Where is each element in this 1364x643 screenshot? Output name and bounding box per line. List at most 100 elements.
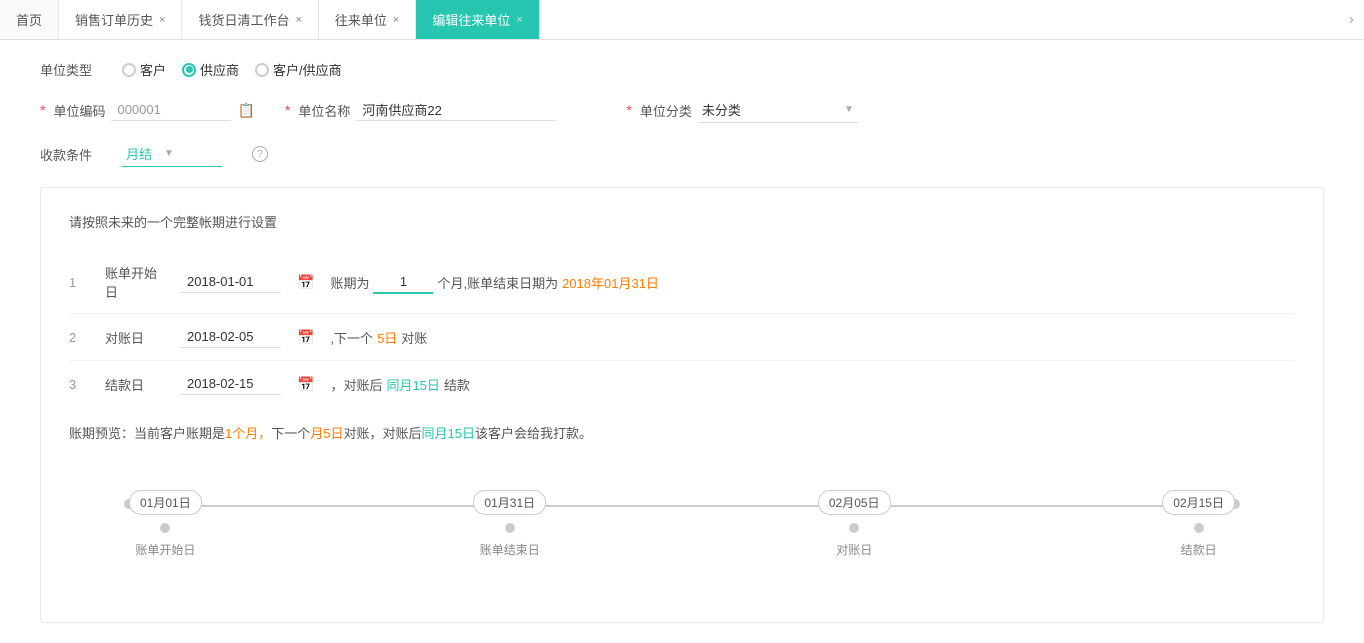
timeline-label-3: 结款日 bbox=[1181, 541, 1217, 558]
radio-customer-label: 客户 bbox=[140, 60, 166, 79]
row-1-date-input[interactable]: 2018-01-01 bbox=[181, 271, 281, 293]
unit-type-row: 单位类型 客户 供应商 客户/供应商 bbox=[40, 60, 1324, 79]
main-fields-row: * 单位编码 000001 📋 * 单位名称 河南供应商22 * 单位分类 未分… bbox=[40, 97, 1324, 123]
row-2-highlight: 5日 bbox=[377, 328, 397, 347]
period-input[interactable]: 1 bbox=[373, 271, 433, 294]
settings-card: 请按照未来的一个完整帐期进行设置 1 账单开始日 2018-01-01 📅 账期… bbox=[40, 187, 1324, 623]
preview-reconcile-suffix: 对账，对账后 bbox=[344, 426, 422, 441]
row-3-label: 结款日 bbox=[105, 375, 165, 394]
tab-cash-ledger[interactable]: 钱货日清工作台 × bbox=[182, 0, 318, 39]
tab-partners[interactable]: 往来单位 × bbox=[319, 0, 416, 39]
row-3-calendar-icon[interactable]: 📅 bbox=[297, 376, 314, 393]
unit-name-group: * 单位名称 河南供应商22 bbox=[285, 99, 556, 121]
timeline-point-2: 02月05日 对账日 bbox=[818, 490, 891, 558]
timeline-dots: 01月01日 账单开始日 01月31日 账单结束日 02月05日 对账日 bbox=[129, 490, 1235, 558]
timeline-date-3: 02月15日 bbox=[1162, 490, 1235, 515]
row-2-num: 2 bbox=[69, 330, 89, 345]
row-1-label: 账单开始日 bbox=[105, 263, 165, 301]
row-3-date-input[interactable]: 2018-02-15 bbox=[181, 373, 281, 395]
timeline-dot-0 bbox=[160, 523, 170, 533]
tab-partners-close[interactable]: × bbox=[393, 14, 399, 26]
radio-supplier[interactable]: 供应商 bbox=[182, 60, 239, 79]
timeline-date-0: 01月01日 bbox=[129, 490, 202, 515]
timeline-date-1: 01月31日 bbox=[473, 490, 546, 515]
tab-edit-partner-label: 编辑往来单位 bbox=[432, 10, 510, 29]
payment-terms-label: 收款条件 bbox=[40, 145, 92, 164]
payment-terms-select[interactable]: 月结 ▼ bbox=[122, 141, 222, 167]
unit-code-label: 单位编码 bbox=[53, 101, 105, 120]
unit-name-input[interactable]: 河南供应商22 bbox=[356, 99, 556, 121]
row-3-num: 3 bbox=[69, 377, 89, 392]
tab-sales-history-label: 销售订单历史 bbox=[75, 10, 153, 29]
timeline-point-3: 02月15日 结款日 bbox=[1162, 490, 1235, 558]
timeline-point-0: 01月01日 账单开始日 bbox=[129, 490, 202, 558]
row-1-num: 1 bbox=[69, 275, 89, 290]
unit-code-icon[interactable]: 📋 bbox=[237, 102, 254, 119]
unit-code-group: * 单位编码 000001 📋 bbox=[40, 99, 255, 121]
row-1-calendar-icon[interactable]: 📅 bbox=[297, 274, 314, 291]
row-3-suffix-after: 结款 bbox=[444, 375, 470, 394]
tab-sales-history[interactable]: 销售订单历史 × bbox=[59, 0, 182, 39]
preview-payment-highlight: 同月15日 bbox=[422, 426, 475, 441]
tab-sales-history-close[interactable]: × bbox=[159, 14, 165, 26]
timeline-label-2: 对账日 bbox=[836, 541, 872, 558]
tab-cash-ledger-label: 钱货日清工作台 bbox=[198, 10, 289, 29]
help-icon[interactable]: ? bbox=[252, 146, 268, 162]
row-2-suffix: ,下一个 5日 对账 bbox=[330, 328, 427, 347]
unit-type-radio-group: 客户 供应商 客户/供应商 bbox=[122, 60, 342, 79]
unit-category-group: * 单位分类 未分类 ▼ bbox=[626, 97, 857, 123]
timeline-date-2: 02月05日 bbox=[818, 490, 891, 515]
tab-home[interactable]: 首页 bbox=[0, 0, 59, 39]
row-1-highlight: 2018年01月31日 bbox=[562, 273, 659, 292]
preview-period: 1个月， bbox=[225, 426, 271, 441]
tab-overflow-arrow[interactable]: › bbox=[1339, 11, 1364, 29]
setting-row-3: 3 结款日 2018-02-15 📅 ，对账后 同月15日 结款 bbox=[69, 361, 1295, 407]
preview-text: 账期预览：当前客户账期是1个月，下一个月5日对账，对账后同月15日该客户会给我打… bbox=[69, 423, 1295, 442]
preview-section: 账期预览：当前客户账期是1个月，下一个月5日对账，对账后同月15日该客户会给我打… bbox=[69, 407, 1295, 598]
tab-partners-label: 往来单位 bbox=[335, 10, 387, 29]
radio-supplier-label: 供应商 bbox=[200, 60, 239, 79]
unit-category-select[interactable]: 未分类 ▼ bbox=[698, 97, 858, 123]
preview-label: 账期预览：当前客户账期是 bbox=[69, 426, 225, 441]
tab-edit-partner-close[interactable]: × bbox=[516, 14, 522, 26]
radio-both[interactable]: 客户/供应商 bbox=[255, 60, 342, 79]
unit-code-input[interactable]: 000001 bbox=[111, 99, 231, 121]
radio-supplier-circle bbox=[182, 63, 196, 77]
unit-category-required: * bbox=[626, 102, 631, 118]
row-2-label: 对账日 bbox=[105, 328, 165, 347]
page-content: 单位类型 客户 供应商 客户/供应商 * 单位编码 000001 📋 * bbox=[0, 40, 1364, 643]
setting-row-2: 2 对账日 2018-02-05 📅 ,下一个 5日 对账 bbox=[69, 314, 1295, 361]
unit-code-required: * bbox=[40, 102, 45, 118]
tab-bar: 首页 销售订单历史 × 钱货日清工作台 × 往来单位 × 编辑往来单位 × › bbox=[0, 0, 1364, 40]
row-1-suffix-before: 账期为 bbox=[330, 273, 369, 292]
timeline-label-1: 账单结束日 bbox=[480, 541, 540, 558]
row-1-suffix-after: 个月,账单结束日期为 bbox=[437, 273, 558, 292]
unit-category-arrow-icon: ▼ bbox=[844, 104, 854, 115]
unit-name-required: * bbox=[285, 102, 290, 118]
timeline-point-1: 01月31日 账单结束日 bbox=[473, 490, 546, 558]
timeline-dot-1 bbox=[505, 523, 515, 533]
radio-customer-circle bbox=[122, 63, 136, 77]
timeline: 01月01日 账单开始日 01月31日 账单结束日 02月05日 对账日 bbox=[69, 470, 1295, 598]
radio-both-label: 客户/供应商 bbox=[273, 60, 342, 79]
setting-row-1: 1 账单开始日 2018-01-01 📅 账期为 1 个月,账单结束日期为 20… bbox=[69, 251, 1295, 314]
row-2-suffix-after: 对账 bbox=[401, 328, 427, 347]
tab-home-label: 首页 bbox=[16, 10, 42, 29]
timeline-dot-2 bbox=[849, 523, 859, 533]
card-description: 请按照未来的一个完整帐期进行设置 bbox=[69, 212, 1295, 231]
unit-category-value: 未分类 bbox=[702, 100, 741, 119]
tab-cash-ledger-close[interactable]: × bbox=[295, 14, 301, 26]
row-2-suffix-before: ,下一个 bbox=[330, 328, 373, 347]
payment-terms-value: 月结 bbox=[126, 144, 152, 163]
row-2-date-input[interactable]: 2018-02-05 bbox=[181, 326, 281, 348]
tab-edit-partner[interactable]: 编辑往来单位 × bbox=[416, 0, 539, 39]
timeline-dot-3 bbox=[1194, 523, 1204, 533]
row-2-calendar-icon[interactable]: 📅 bbox=[297, 329, 314, 346]
payment-terms-row: 收款条件 月结 ▼ ? bbox=[40, 141, 1324, 167]
row-3-suffix: ，对账后 同月15日 结款 bbox=[330, 375, 470, 394]
timeline-label-0: 账单开始日 bbox=[135, 541, 195, 558]
unit-category-label: 单位分类 bbox=[640, 101, 692, 120]
preview-reconcile-prefix: 下一个 bbox=[271, 426, 310, 441]
radio-both-circle bbox=[255, 63, 269, 77]
radio-customer[interactable]: 客户 bbox=[122, 60, 166, 79]
